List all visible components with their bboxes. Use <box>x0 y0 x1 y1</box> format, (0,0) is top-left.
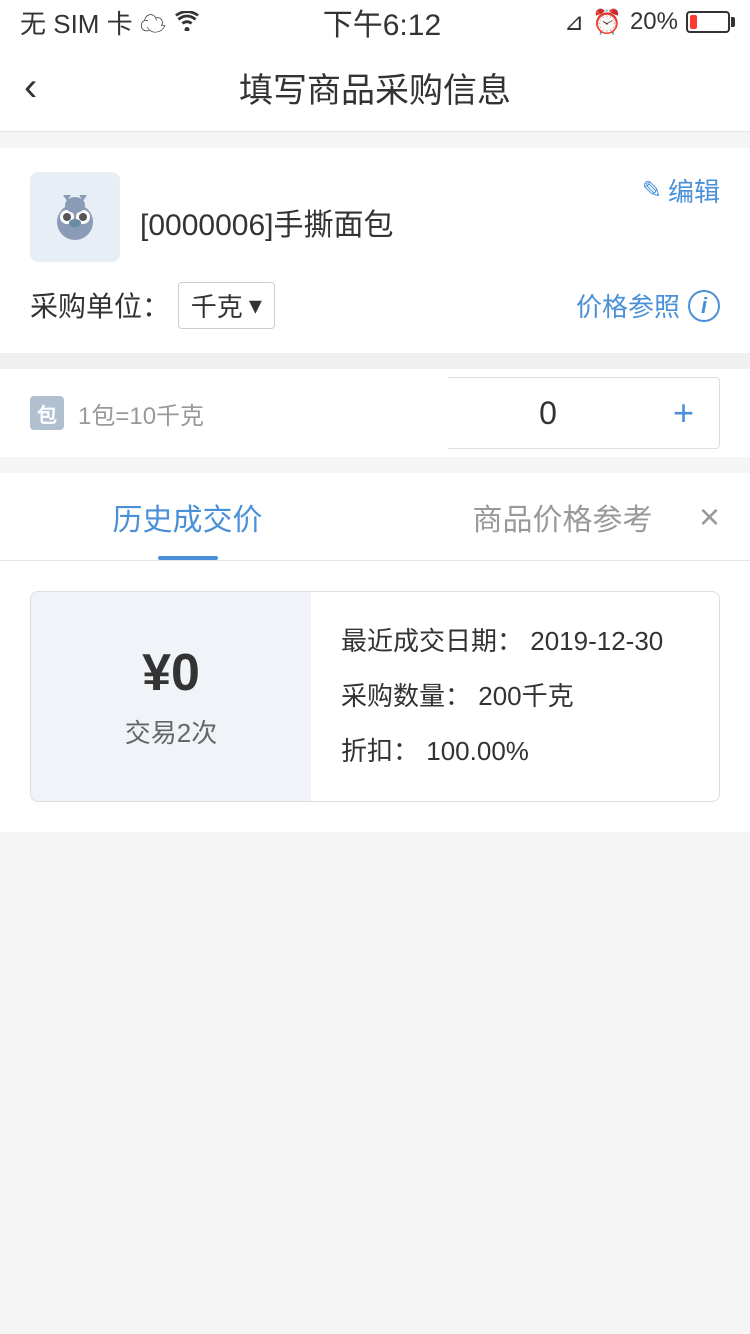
quantity-label: 包 1包=10千克 <box>30 396 204 431</box>
panel-tabs: 历史成交价 商品价格参考 × <box>0 473 750 561</box>
wifi-icon <box>174 7 200 38</box>
info-icon[interactable]: i <box>688 290 720 322</box>
product-card: [0000006]手撕面包 ✎ 编辑 采购单位： 千克 ▾ 价格参照 i <box>0 148 750 353</box>
signal-text: 无 SIM 卡 ☁ <box>20 4 166 41</box>
history-trade-count: 交易2次 <box>125 713 217 750</box>
back-button[interactable]: ‹ <box>24 65 37 110</box>
dropdown-icon: ▾ <box>249 290 262 321</box>
unit-label: 采购单位： <box>30 291 170 322</box>
page-title: 填写商品采购信息 <box>239 63 511 112</box>
product-thumbnail <box>30 172 120 262</box>
history-card: ¥0 交易2次 最近成交日期： 2019-12-30 采购数量： 200千克 折… <box>30 591 720 802</box>
recent-date-row: 最近成交日期： 2019-12-30 <box>341 622 689 661</box>
tab-product-reference[interactable]: 商品价格参考 <box>375 473 750 560</box>
location-icon: ⊿ <box>564 8 584 37</box>
status-time: 下午6:12 <box>323 0 441 44</box>
history-price-section: ¥0 交易2次 <box>31 592 311 801</box>
alarm-icon: ⏰ <box>592 8 622 37</box>
unit-selector-row: 采购单位： 千克 ▾ <box>30 282 275 329</box>
edit-button[interactable]: ✎ 编辑 <box>642 172 720 209</box>
unit-select[interactable]: 千克 ▾ <box>178 282 275 329</box>
panel-close-button[interactable]: × <box>699 496 720 538</box>
discount-row: 折扣： 100.00% <box>341 732 689 771</box>
nav-bar: ‹ 填写商品采购信息 <box>0 44 750 132</box>
plus-icon: + <box>673 392 694 434</box>
owl-icon <box>45 187 105 247</box>
edit-icon: ✎ <box>642 176 662 205</box>
product-name: [0000006]手撕面包 <box>140 200 393 244</box>
quantity-controls: 0 + <box>448 377 720 449</box>
price-reference-button[interactable]: 价格参照 i <box>576 287 720 324</box>
status-bar: 无 SIM 卡 ☁ 下午6:12 ⊿ ⏰ 20% <box>0 0 750 44</box>
tab-history-price[interactable]: 历史成交价 <box>0 473 375 560</box>
battery-icon <box>686 11 730 33</box>
bag-icon: 包 <box>30 396 64 430</box>
quantity-row: 包 1包=10千克 0 + <box>0 369 750 457</box>
status-right: ⊿ ⏰ 20% <box>564 8 730 37</box>
panel-content: ¥0 交易2次 最近成交日期： 2019-12-30 采购数量： 200千克 折… <box>0 561 750 832</box>
product-bottom-row: 采购单位： 千克 ▾ 价格参照 i <box>30 282 720 329</box>
quantity-plus-button[interactable]: + <box>648 377 720 449</box>
price-panel: 历史成交价 商品价格参考 × ¥0 交易2次 最近成交日期： 2019-12-3… <box>0 473 750 832</box>
product-top-row: [0000006]手撕面包 ✎ 编辑 <box>30 172 720 262</box>
separator <box>0 353 750 369</box>
product-info: [0000006]手撕面包 <box>30 172 393 262</box>
battery-percent: 20% <box>630 8 678 36</box>
status-left: 无 SIM 卡 ☁ <box>20 4 200 41</box>
quantity-input[interactable]: 0 <box>448 377 648 449</box>
history-price-value: ¥0 <box>142 643 200 703</box>
bag-conversion: 1包=10千克 <box>78 396 204 431</box>
history-details-section: 最近成交日期： 2019-12-30 采购数量： 200千克 折扣： 100.0… <box>311 592 719 801</box>
purchase-qty-row: 采购数量： 200千克 <box>341 677 689 716</box>
